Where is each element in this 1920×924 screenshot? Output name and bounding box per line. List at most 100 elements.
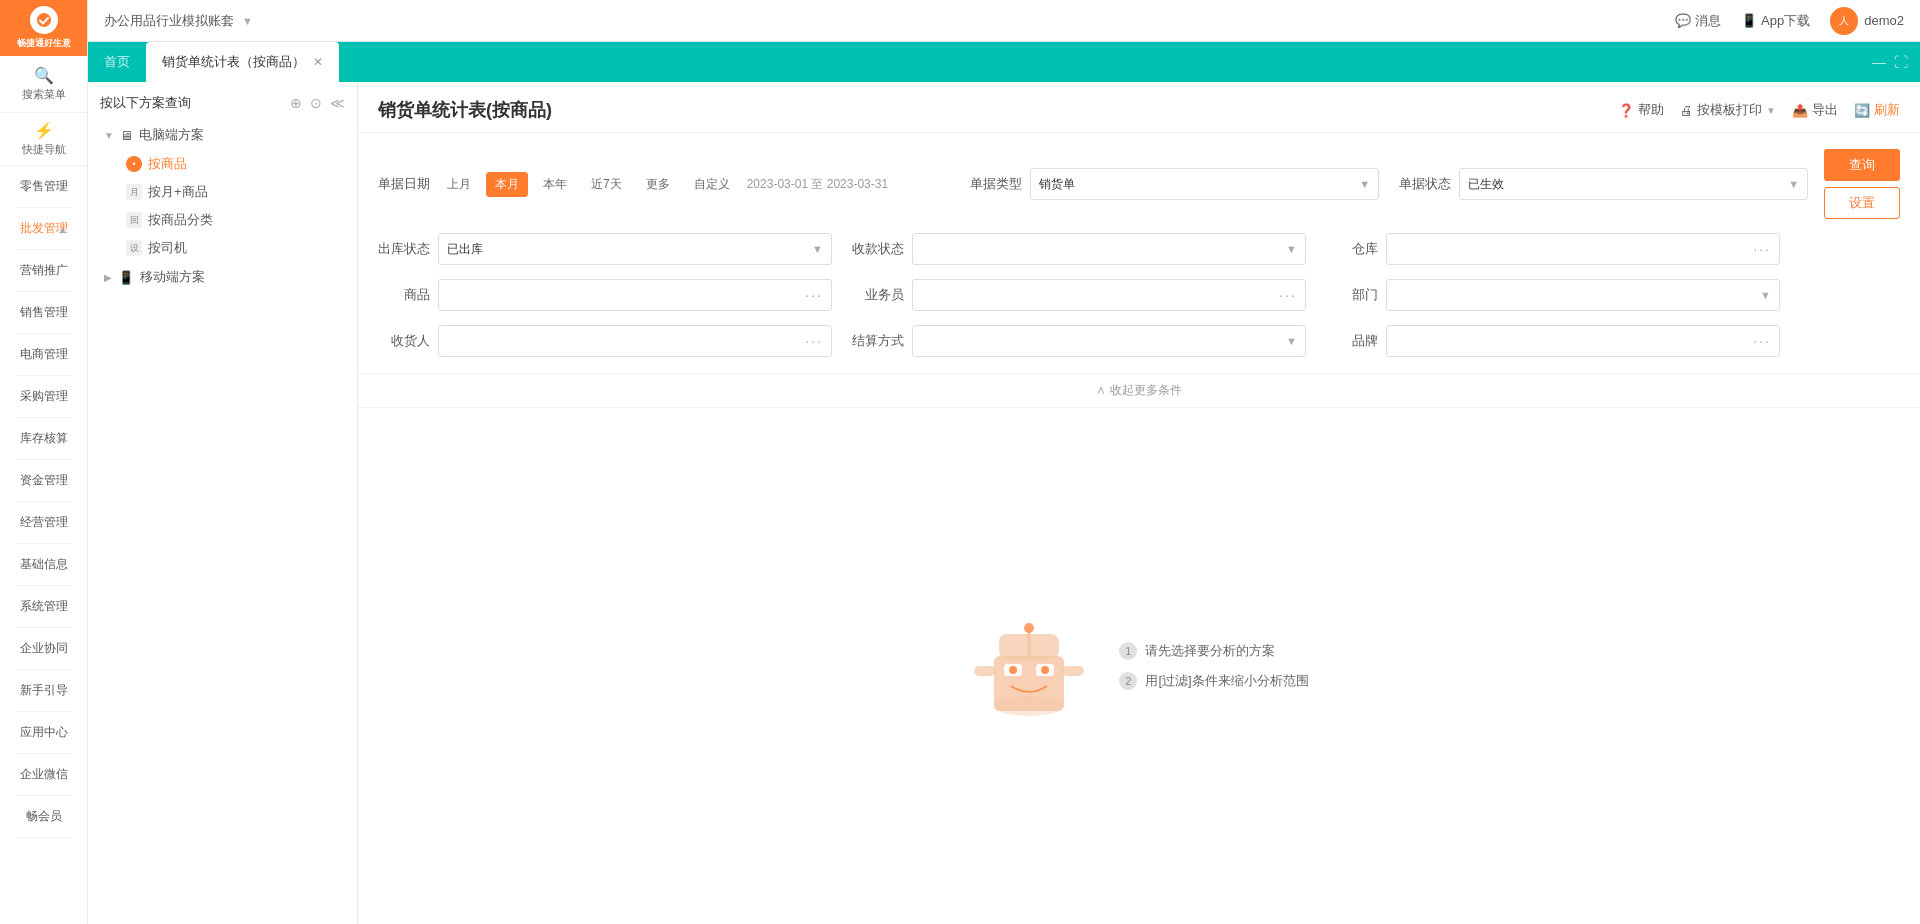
print-dropdown-icon: ▼: [1766, 105, 1776, 116]
form-btn-group: 查询 设置: [1824, 149, 1900, 219]
tab-minimize-icon[interactable]: —: [1872, 54, 1886, 70]
date-tab-this-year[interactable]: 本年: [534, 172, 576, 197]
date-tab-this-month[interactable]: 本月: [486, 172, 528, 197]
export-btn[interactable]: 📤 导出: [1792, 101, 1838, 119]
sidebar-item-enterprise[interactable]: 企业协同: [16, 628, 72, 670]
breadcrumb-dropdown-icon[interactable]: ▼: [242, 15, 253, 27]
sidebar-item-retail[interactable]: 零售管理▲: [16, 166, 72, 208]
user-profile-action[interactable]: 人 demo2: [1830, 7, 1904, 35]
filter-child-by-product[interactable]: •按商品: [96, 150, 349, 178]
sidebar-item-sales[interactable]: 销售管理: [16, 292, 72, 334]
refresh-label: 刷新: [1874, 101, 1900, 119]
filter-child-by-category[interactable]: 回按商品分类: [96, 206, 349, 234]
app-download-action[interactable]: 📱 App下载: [1741, 12, 1810, 30]
department-label: 部门: [1326, 286, 1378, 304]
tab-close-icon[interactable]: ✕: [313, 55, 323, 69]
tab-sales-stat[interactable]: 销货单统计表（按商品） ✕: [146, 42, 339, 82]
brand-label: 品牌: [1326, 332, 1378, 350]
message-icon: 💬: [1675, 13, 1691, 28]
empty-tip-2: 2 用[过滤]条件来缩小分析范围: [1119, 672, 1308, 690]
print-template-btn[interactable]: 🖨 按模板打印 ▼: [1680, 101, 1776, 119]
sidebar-item-appCenter[interactable]: 应用中心: [16, 712, 72, 754]
sidebar-item-arrow-wholesale: ▲: [58, 223, 68, 234]
goods-dots: ···: [805, 287, 823, 303]
sidebar-quicknav-label: 快捷导航: [8, 142, 79, 157]
date-row: 上月 本月 本年 近7天 更多 自定义 2023-03-01 至 2023-03…: [438, 172, 950, 197]
department-select[interactable]: ▼: [1386, 279, 1780, 311]
receipt-status-select[interactable]: ▼: [912, 233, 1306, 265]
doc-type-select[interactable]: 销货单 ▼: [1030, 168, 1379, 200]
app-logo: 畅捷通好生意: [0, 0, 88, 56]
settings-scheme-icon[interactable]: ⊙: [310, 95, 322, 111]
sidebar-item-operations[interactable]: 经营管理: [16, 502, 72, 544]
query-form: 单据日期 上月 本月 本年 近7天 更多 自定义 2023-03-01 至 20…: [358, 133, 1920, 374]
doc-type-value: 销货单: [1039, 176, 1075, 193]
sidebar-item-arrow-retail: ▲: [58, 181, 68, 192]
settlement-select[interactable]: ▼: [912, 325, 1306, 357]
recipient-select[interactable]: ···: [438, 325, 832, 357]
tab-sales-stat-label: 销货单统计表（按商品）: [162, 53, 305, 71]
sidebar-item-ecommerce[interactable]: 电商管理: [16, 334, 72, 376]
empty-tip-1-text: 请先选择要分析的方案: [1145, 642, 1275, 660]
sidebar-quicknav[interactable]: ⚡ 快捷导航: [0, 113, 87, 166]
sidebar-item-system[interactable]: 系统管理: [16, 586, 72, 628]
out-status-value: 已出库: [447, 241, 483, 258]
doc-status-field: 单据状态 已生效 ▼: [1399, 168, 1808, 200]
filter-child-label-by-month-product: 按月+商品: [148, 183, 208, 201]
warehouse-select[interactable]: ···: [1386, 233, 1780, 265]
filter-child-by-unit[interactable]: 设按司机: [96, 234, 349, 262]
svg-rect-9: [999, 634, 1059, 659]
warehouse-label: 仓库: [1326, 240, 1378, 258]
date-tab-more[interactable]: 更多: [637, 172, 679, 197]
sidebar-item-marketing[interactable]: 营销推广: [16, 250, 72, 292]
date-tab-7days[interactable]: 近7天: [582, 172, 631, 197]
help-btn[interactable]: ❓ 帮助: [1618, 101, 1664, 119]
empty-state-inner: 1 请先选择要分析的方案 2 用[过滤]条件来缩小分析范围: [969, 606, 1308, 726]
form-row-1: 单据日期 上月 本月 本年 近7天 更多 自定义 2023-03-01 至 20…: [378, 149, 1900, 219]
username-label: demo2: [1864, 13, 1904, 28]
filter-tree-parent-pc[interactable]: ▼ 🖥 电脑端方案: [96, 120, 349, 150]
svg-rect-11: [1062, 666, 1084, 676]
sidebar-item-purchase[interactable]: 采购管理: [16, 376, 72, 418]
salesperson-select[interactable]: ···: [912, 279, 1306, 311]
sidebar-search[interactable]: 🔍 搜索菜单: [0, 56, 87, 113]
sidebar-item-inventory[interactable]: 库存核算: [16, 418, 72, 460]
out-status-label: 出库状态: [378, 240, 430, 258]
collapse-panel-icon[interactable]: ≪: [330, 95, 345, 111]
refresh-btn[interactable]: 🔄 刷新: [1854, 101, 1900, 119]
tab-maximize-icon[interactable]: ⛶: [1894, 54, 1908, 70]
salesperson-label: 业务员: [852, 286, 904, 304]
collapse-bar[interactable]: ∧ 收起更多条件: [358, 374, 1920, 408]
settings-button[interactable]: 设置: [1824, 187, 1900, 219]
sidebar-item-newbie[interactable]: 新手引导: [16, 670, 72, 712]
filter-panel-header: 按以下方案查询 ⊕ ⊙ ≪: [88, 94, 357, 120]
filter-child-by-month-product[interactable]: 月按月+商品: [96, 178, 349, 206]
doc-status-label: 单据状态: [1399, 175, 1451, 193]
filter-child-icon-by-unit: 设: [126, 240, 142, 256]
form-row-4: 收货人 ··· 结算方式 ▼ 品牌: [378, 325, 1900, 357]
add-scheme-icon[interactable]: ⊕: [290, 95, 302, 111]
tip-num-2: 2: [1119, 672, 1137, 690]
tab-home[interactable]: 首页: [88, 42, 146, 82]
date-tab-custom[interactable]: 自定义: [685, 172, 739, 197]
query-button[interactable]: 查询: [1824, 149, 1900, 181]
out-status-select[interactable]: 已出库 ▼: [438, 233, 832, 265]
svg-rect-10: [974, 666, 996, 676]
doc-status-select[interactable]: 已生效 ▼: [1459, 168, 1808, 200]
brand-select[interactable]: ···: [1386, 325, 1780, 357]
empty-tip-1: 1 请先选择要分析的方案: [1119, 642, 1308, 660]
tip-num-1: 1: [1119, 642, 1137, 660]
message-action[interactable]: 💬 消息: [1675, 12, 1721, 30]
svg-point-8: [1024, 623, 1034, 633]
mobile-group-icon: 📱: [118, 270, 134, 285]
warehouse-field: 仓库 ···: [1326, 233, 1780, 265]
sidebar-item-wechat[interactable]: 企业微信: [16, 754, 72, 796]
filter-tree-parent-mobile[interactable]: ▶ 📱 移动端方案: [96, 262, 349, 292]
date-tab-last-month[interactable]: 上月: [438, 172, 480, 197]
goods-select[interactable]: ···: [438, 279, 832, 311]
sidebar-item-wholesale[interactable]: 批发管理▲: [16, 208, 72, 250]
sidebar-item-finance[interactable]: 资金管理: [16, 460, 72, 502]
sidebar-item-member[interactable]: 畅会员: [16, 796, 72, 838]
sidebar-item-basic[interactable]: 基础信息: [16, 544, 72, 586]
out-status-field: 出库状态 已出库 ▼: [378, 233, 832, 265]
